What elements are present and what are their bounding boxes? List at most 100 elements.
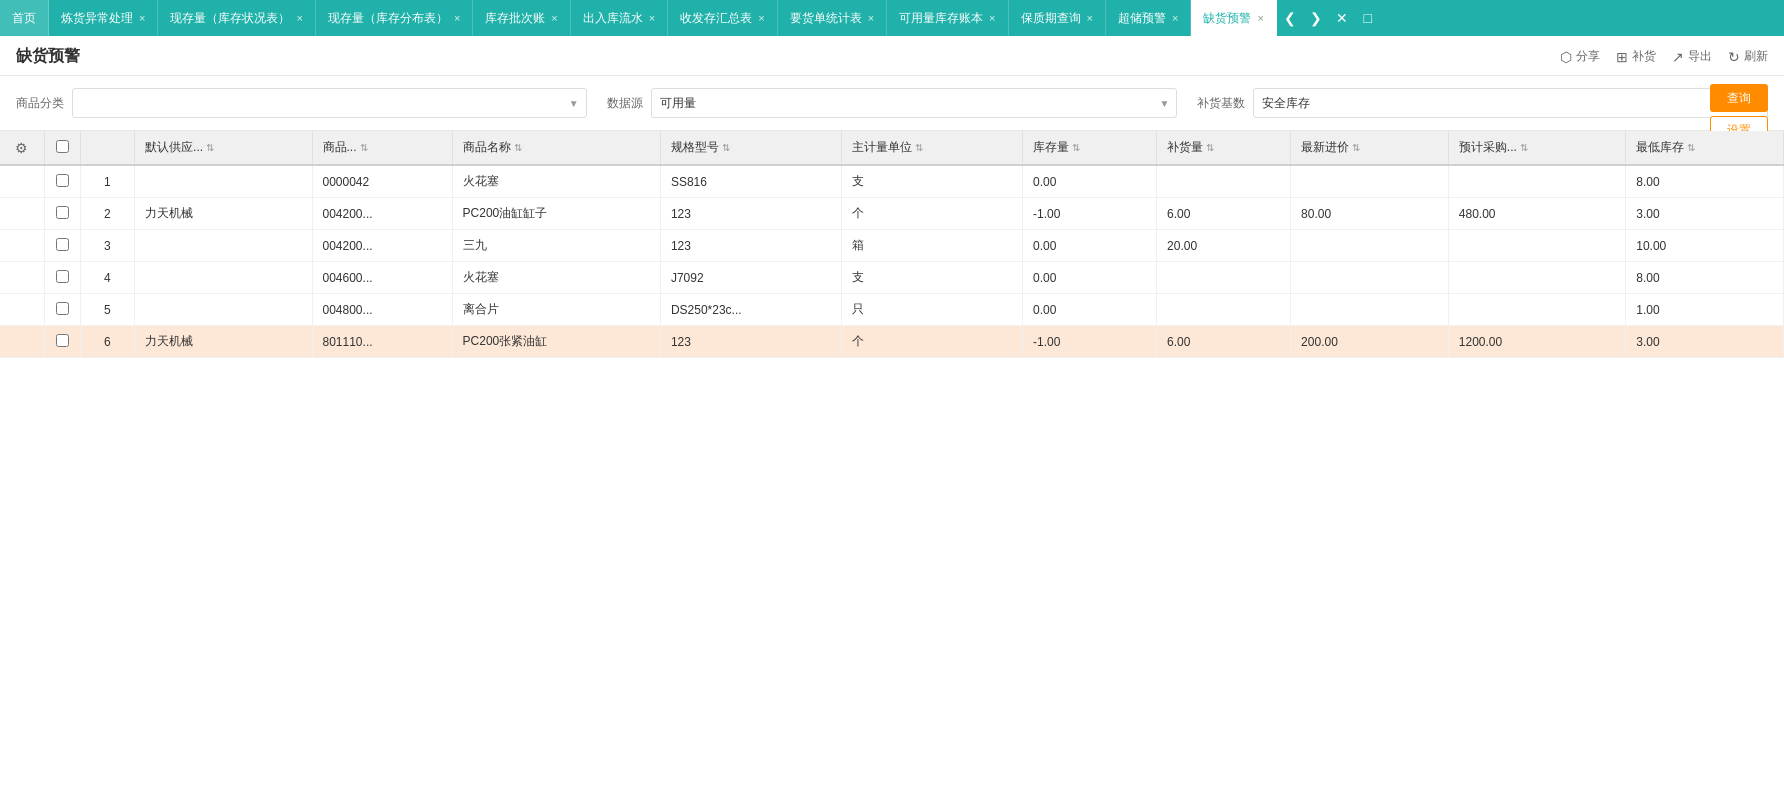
tab-close-inventory-dist[interactable]: × bbox=[454, 12, 460, 24]
row-spec: SS816 bbox=[660, 165, 841, 198]
row-est-purchase bbox=[1448, 262, 1625, 294]
row-est-purchase bbox=[1448, 294, 1625, 326]
tab-inventory-status[interactable]: 现存量（库存状况表） × bbox=[158, 0, 315, 36]
th-product-code[interactable]: 商品... ⇅ bbox=[312, 131, 452, 165]
filter-group-replenish-base: 补货基数 安全库存 bbox=[1197, 88, 1768, 118]
tab-close-shortage[interactable]: × bbox=[1257, 12, 1263, 24]
row-checkbox[interactable] bbox=[56, 334, 69, 347]
sort-icon-est-purchase: ⇅ bbox=[1520, 142, 1528, 153]
row-checkbox-cell[interactable] bbox=[44, 326, 80, 358]
th-latest-price[interactable]: 最新进价 ⇅ bbox=[1291, 131, 1449, 165]
tab-next-btn[interactable]: ❯ bbox=[1303, 0, 1329, 36]
replenish-base-label: 补货基数 bbox=[1197, 95, 1245, 112]
th-default-supplier[interactable]: 默认供应... ⇅ bbox=[135, 131, 312, 165]
tab-overstock[interactable]: 超储预警 × bbox=[1106, 0, 1191, 36]
export-btn[interactable]: ↗ 导出 bbox=[1672, 48, 1712, 65]
row-min-stock: 3.00 bbox=[1626, 326, 1784, 358]
datasource-select[interactable]: 可用量 bbox=[651, 88, 1178, 118]
row-est-purchase bbox=[1448, 230, 1625, 262]
row-checkbox[interactable] bbox=[56, 206, 69, 219]
tab-close-receipt-summary[interactable]: × bbox=[758, 12, 764, 24]
row-checkbox-cell[interactable] bbox=[44, 165, 80, 198]
row-product-name: 离合片 bbox=[452, 294, 660, 326]
table-row: 5 004800... 离合片 DS250*23c... 只 0.00 1.00 bbox=[0, 294, 1784, 326]
tab-inout-flow[interactable]: 出入库流水 × bbox=[571, 0, 668, 36]
row-checkbox-cell[interactable] bbox=[44, 262, 80, 294]
row-checkbox-cell[interactable] bbox=[44, 294, 80, 326]
th-min-stock[interactable]: 最低库存 ⇅ bbox=[1626, 131, 1784, 165]
tab-order-stats[interactable]: 要货单统计表 × bbox=[778, 0, 887, 36]
filter-group-category: 商品分类 bbox=[16, 88, 587, 118]
tab-shortage[interactable]: 缺货预警 × bbox=[1191, 0, 1276, 36]
row-index: 4 bbox=[80, 262, 135, 294]
row-latest-price: 80.00 bbox=[1291, 198, 1449, 230]
tab-batch-account[interactable]: 库存批次账 × bbox=[473, 0, 570, 36]
table-row: 2 力天机械 004200... PC200油缸缸子 123 个 -1.00 6… bbox=[0, 198, 1784, 230]
row-spec: 123 bbox=[660, 198, 841, 230]
row-latest-price bbox=[1291, 294, 1449, 326]
select-all-checkbox[interactable] bbox=[56, 140, 69, 153]
th-product-name[interactable]: 商品名称 ⇅ bbox=[452, 131, 660, 165]
query-button[interactable]: 查询 bbox=[1710, 84, 1768, 112]
datasource-select-wrapper: 可用量 bbox=[651, 88, 1178, 118]
row-min-stock: 10.00 bbox=[1626, 230, 1784, 262]
row-product-name: 火花塞 bbox=[452, 165, 660, 198]
row-checkbox-cell[interactable] bbox=[44, 230, 80, 262]
row-min-stock: 8.00 bbox=[1626, 165, 1784, 198]
tab-close-all-btn[interactable]: ✕ bbox=[1329, 0, 1355, 36]
row-est-purchase: 480.00 bbox=[1448, 198, 1625, 230]
row-replenish-qty bbox=[1157, 294, 1291, 326]
category-select-wrapper bbox=[72, 88, 587, 118]
tab-close-expiry-query[interactable]: × bbox=[1087, 12, 1093, 24]
th-gear[interactable]: ⚙ bbox=[0, 131, 44, 165]
replenish-base-select[interactable]: 安全库存 bbox=[1253, 88, 1768, 118]
th-est-purchase[interactable]: 预计采购... ⇅ bbox=[1448, 131, 1625, 165]
tab-available-ledger[interactable]: 可用量库存账本 × bbox=[887, 0, 1008, 36]
tab-prev-btn[interactable]: ❮ bbox=[1277, 0, 1303, 36]
row-supplier bbox=[135, 294, 312, 326]
category-select[interactable] bbox=[72, 88, 587, 118]
tab-close-inout-flow[interactable]: × bbox=[649, 12, 655, 24]
tab-home[interactable]: 首页 bbox=[0, 0, 49, 36]
replenish-btn[interactable]: ⊞ 补货 bbox=[1616, 48, 1656, 65]
tab-inventory-dist[interactable]: 现存量（库存分布表） × bbox=[316, 0, 473, 36]
refresh-btn[interactable]: ↻ 刷新 bbox=[1728, 48, 1768, 65]
row-stock-qty: 0.00 bbox=[1023, 262, 1157, 294]
row-checkbox[interactable] bbox=[56, 302, 69, 315]
row-unit: 支 bbox=[841, 165, 1022, 198]
tab-expand-btn[interactable]: □ bbox=[1355, 0, 1381, 36]
tab-close-inventory-status[interactable]: × bbox=[296, 12, 302, 24]
row-checkbox[interactable] bbox=[56, 270, 69, 283]
th-unit[interactable]: 主计量单位 ⇅ bbox=[841, 131, 1022, 165]
th-checkbox bbox=[44, 131, 80, 165]
main-content: 缺货预警 ⬡ 分享 ⊞ 补货 ↗ 导出 ↻ 刷新 商品分类 bbox=[0, 36, 1784, 796]
share-btn[interactable]: ⬡ 分享 bbox=[1560, 48, 1600, 65]
row-checkbox-cell[interactable] bbox=[44, 198, 80, 230]
th-stock-qty[interactable]: 库存量 ⇅ bbox=[1023, 131, 1157, 165]
tab-expiry-query[interactable]: 保质期查询 × bbox=[1009, 0, 1106, 36]
tab-close-available-ledger[interactable]: × bbox=[989, 12, 995, 24]
tab-receipt-summary[interactable]: 收发存汇总表 × bbox=[668, 0, 777, 36]
export-icon: ↗ bbox=[1672, 49, 1684, 65]
row-product-name: PC200油缸缸子 bbox=[452, 198, 660, 230]
row-min-stock: 1.00 bbox=[1626, 294, 1784, 326]
tab-close-abnormal[interactable]: × bbox=[139, 12, 145, 24]
filter-bar: 商品分类 数据源 可用量 补货基数 安全库存 bbox=[0, 76, 1784, 131]
tab-close-overstock[interactable]: × bbox=[1172, 12, 1178, 24]
row-checkbox[interactable] bbox=[56, 238, 69, 251]
tab-bar: 首页 炼货异常处理 × 现存量（库存状况表） × 现存量（库存分布表） × 库存… bbox=[0, 0, 1784, 36]
th-index bbox=[80, 131, 135, 165]
row-gear-cell bbox=[0, 294, 44, 326]
row-index: 5 bbox=[80, 294, 135, 326]
row-min-stock: 8.00 bbox=[1626, 262, 1784, 294]
tab-close-order-stats[interactable]: × bbox=[868, 12, 874, 24]
tab-abnormal[interactable]: 炼货异常处理 × bbox=[49, 0, 158, 36]
row-stock-qty: 0.00 bbox=[1023, 230, 1157, 262]
row-checkbox[interactable] bbox=[56, 174, 69, 187]
tab-close-batch-account[interactable]: × bbox=[551, 12, 557, 24]
th-replenish-qty[interactable]: 补货量 ⇅ bbox=[1157, 131, 1291, 165]
row-latest-price bbox=[1291, 230, 1449, 262]
th-spec[interactable]: 规格型号 ⇅ bbox=[660, 131, 841, 165]
row-supplier: 力天机械 bbox=[135, 198, 312, 230]
sort-icon-min-stock: ⇅ bbox=[1687, 142, 1695, 153]
